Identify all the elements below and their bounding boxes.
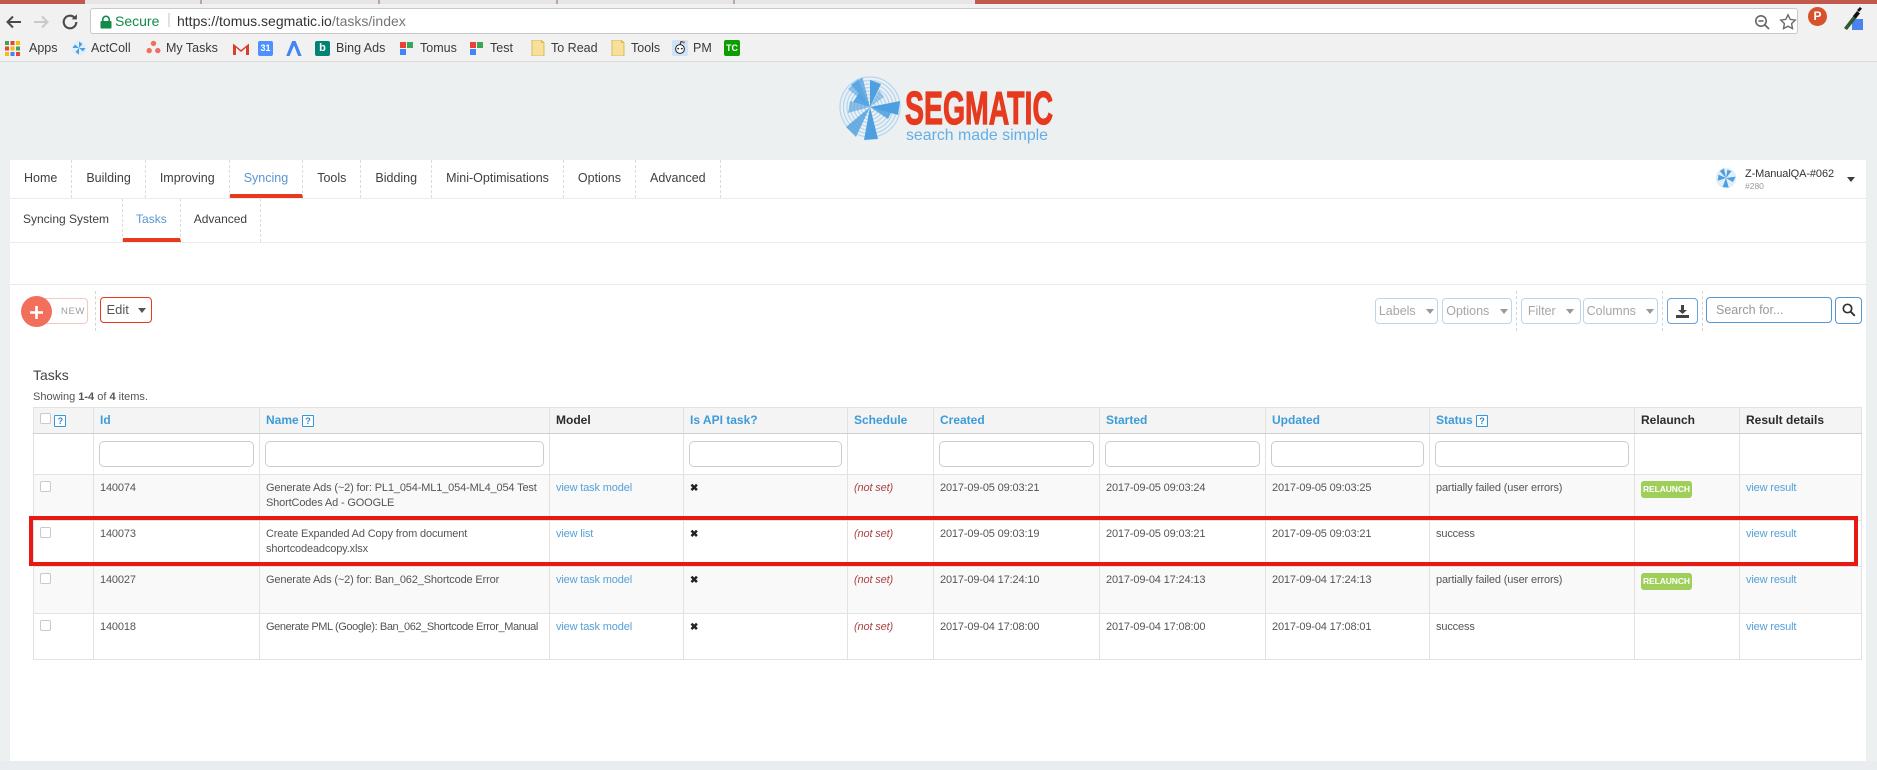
svg-text:SEGMATIC: SEGMATIC xyxy=(905,88,1053,130)
svg-text:search made simple: search made simple xyxy=(906,127,1048,144)
